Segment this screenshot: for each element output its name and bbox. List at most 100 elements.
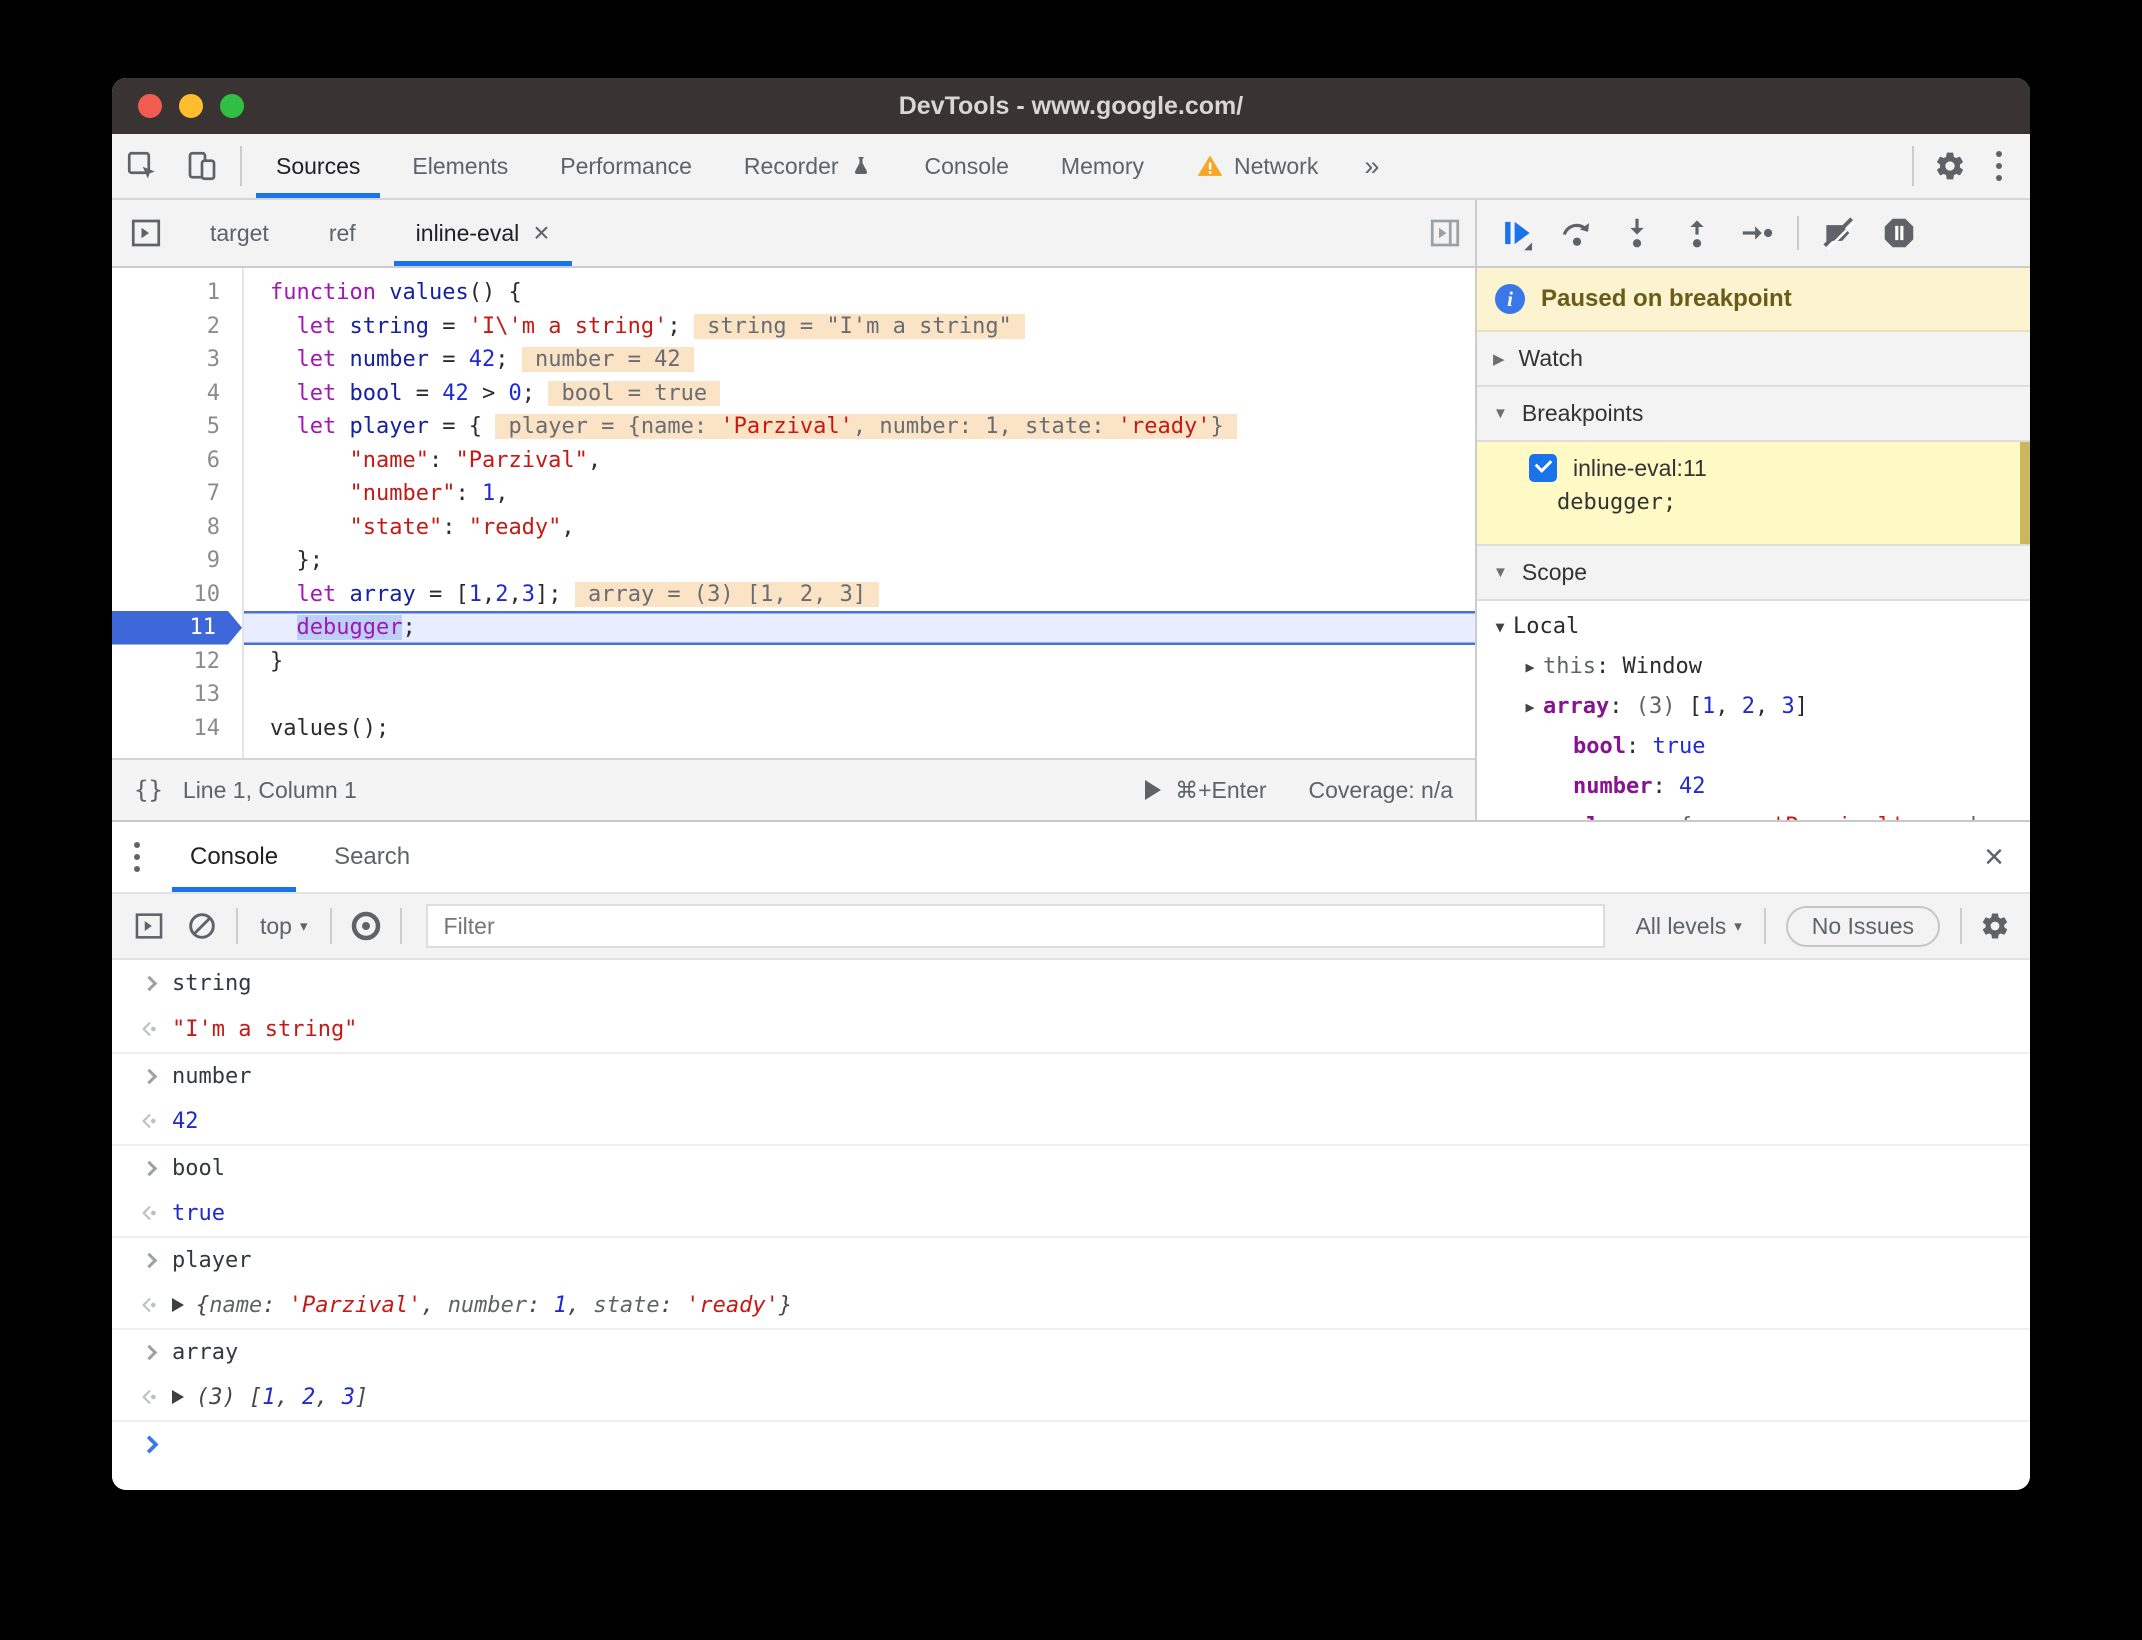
line-number[interactable]: 12 <box>112 645 242 679</box>
line-number[interactable]: 10 <box>112 578 242 612</box>
code-line-9[interactable]: }; <box>244 544 1475 578</box>
step-button[interactable] <box>1731 207 1783 259</box>
code-line-1[interactable]: function values() { <box>244 276 1475 310</box>
tab-recorder[interactable]: Recorder <box>718 134 899 198</box>
console-result-row[interactable]: "I'm a string" <box>112 1006 2030 1052</box>
clear-console-icon[interactable] <box>178 910 226 942</box>
step-into-button[interactable] <box>1611 207 1663 259</box>
console-result-row[interactable]: {name: 'Parzival', number: 1, state: 're… <box>112 1282 2030 1328</box>
editor-gutter[interactable]: 1 2 3 4 5 6 7 8 9 10 11 12 13 14 <box>112 268 244 758</box>
chevron-down-icon[interactable]: ▼ <box>1487 607 1513 647</box>
code-editor[interactable]: 1 2 3 4 5 6 7 8 9 10 11 12 13 14 function values() { … <box>112 268 1475 758</box>
breakpoint-entry[interactable]: inline-eval:11 debugger; <box>1477 442 2030 546</box>
execution-context-selector[interactable]: top ▾ <box>248 913 320 940</box>
line-number[interactable]: 1 <box>112 276 242 310</box>
show-console-sidebar-icon[interactable] <box>124 909 174 943</box>
inspect-element-icon[interactable] <box>112 134 172 198</box>
code-line-8[interactable]: "state": "ready", <box>244 511 1475 545</box>
code-line-7[interactable]: "number": 1, <box>244 477 1475 511</box>
run-snippet-icon[interactable] <box>1145 780 1162 800</box>
drawer-menu-kebab-icon[interactable] <box>112 822 162 892</box>
console-command-row[interactable]: player <box>112 1236 2030 1282</box>
more-panels-icon[interactable]: » <box>1344 134 1399 198</box>
tab-search[interactable]: Search <box>306 822 438 892</box>
step-out-button[interactable] <box>1671 207 1723 259</box>
line-number[interactable]: 2 <box>112 310 242 344</box>
line-number[interactable]: 14 <box>112 712 242 746</box>
tab-console[interactable]: Console <box>899 134 1035 198</box>
console-command-row[interactable]: bool <box>112 1144 2030 1190</box>
tab-elements[interactable]: Elements <box>386 134 534 198</box>
token-onum: 3 <box>341 1384 355 1410</box>
scope-row[interactable]: ▶ array: (3) [1, 2, 3] <box>1477 687 2030 727</box>
code-line-11[interactable]: debugger; <box>244 611 1475 645</box>
line-number[interactable]: 8 <box>112 511 242 545</box>
device-toolbar-icon[interactable] <box>172 134 232 198</box>
line-number[interactable]: 7 <box>112 477 242 511</box>
line-number[interactable]: 6 <box>112 444 242 478</box>
scope-row[interactable]: bool: true <box>1477 727 2030 767</box>
filter-input[interactable] <box>425 904 1606 948</box>
scope-row[interactable]: ▶ this: Window <box>1477 647 2030 687</box>
scope-row[interactable]: ▼ Local <box>1477 607 2030 647</box>
line-number[interactable]: 5 <box>112 410 242 444</box>
main-menu-kebab-icon[interactable] <box>1978 134 2020 198</box>
deactivate-breakpoints-button[interactable] <box>1813 207 1865 259</box>
code-line-3[interactable]: let number = 42; number = 42 <box>244 343 1475 377</box>
watch-section-header[interactable]: ▶ Watch <box>1477 332 2030 387</box>
breakpoints-section-header[interactable]: ▼ Breakpoints <box>1477 387 2030 442</box>
resume-script-button[interactable] <box>1491 207 1543 259</box>
live-expression-eye-icon[interactable] <box>342 910 390 942</box>
token-cmd: array <box>172 1339 239 1365</box>
close-tab-icon[interactable]: × <box>533 219 549 247</box>
tab-performance[interactable]: Performance <box>534 134 718 198</box>
step-over-button[interactable] <box>1551 207 1603 259</box>
expand-triangle-icon[interactable] <box>172 1390 184 1404</box>
pause-on-exceptions-button[interactable] <box>1873 207 1925 259</box>
breakpoint-checkbox[interactable] <box>1529 454 1557 482</box>
chevron-right-icon[interactable]: ▶ <box>1517 647 1543 687</box>
scope-row[interactable]: number: 42 <box>1477 767 2030 807</box>
no-issues-button[interactable]: No Issues <box>1785 905 1940 947</box>
code-line-13[interactable] <box>244 678 1475 712</box>
code-line-14[interactable]: values(); <box>244 712 1475 746</box>
console-settings-gear-icon[interactable] <box>1972 911 2018 941</box>
console-command-row[interactable]: string <box>112 960 2030 1006</box>
settings-gear-icon[interactable] <box>1922 134 1978 198</box>
console-messages[interactable]: string "I'm a string" number 42 bool true play… <box>112 960 2030 1490</box>
tab-memory[interactable]: Memory <box>1035 134 1170 198</box>
tab-network[interactable]: Network <box>1170 134 1344 198</box>
console-command-row[interactable]: array <box>112 1328 2030 1374</box>
line-number[interactable]: 13 <box>112 678 242 712</box>
expand-triangle-icon[interactable] <box>172 1298 184 1312</box>
close-drawer-icon[interactable]: × <box>1958 822 2030 892</box>
console-result-row[interactable]: 42 <box>112 1098 2030 1144</box>
format-braces-icon[interactable]: {} <box>134 776 163 804</box>
tab-console[interactable]: Console <box>162 822 306 892</box>
file-tab-inline-eval[interactable]: inline-eval × <box>386 200 580 266</box>
code-line-5[interactable]: let player = { player = {name: 'Parzival… <box>244 410 1475 444</box>
line-number[interactable]: 9 <box>112 544 242 578</box>
execution-line-marker[interactable]: 11 <box>112 611 242 645</box>
scope-row[interactable]: player: {name: 'Parzival', number: 1, st… <box>1477 807 2030 820</box>
file-tab-ref[interactable]: ref <box>299 200 386 266</box>
code-line-2[interactable]: let string = 'I\'m a string'; string = "… <box>244 310 1475 344</box>
console-result-row[interactable]: (3) [1, 2, 3] <box>112 1374 2030 1420</box>
console-prompt-row[interactable] <box>112 1420 2030 1466</box>
console-command-row[interactable]: number <box>112 1052 2030 1098</box>
log-levels-selector[interactable]: All levels ▾ <box>1623 913 1753 940</box>
toggle-debugger-sidebar-icon[interactable] <box>1415 200 1475 266</box>
chevron-right-icon[interactable]: ▶ <box>1517 687 1543 727</box>
code-line-6[interactable]: "name": "Parzival", <box>244 444 1475 478</box>
show-navigator-icon[interactable] <box>112 200 180 266</box>
file-tab-target[interactable]: target <box>180 200 299 266</box>
editor-code[interactable]: function values() { let string = 'I\'m a… <box>244 268 1475 758</box>
line-number[interactable]: 4 <box>112 377 242 411</box>
tab-sources[interactable]: Sources <box>250 134 386 198</box>
code-line-12[interactable]: } <box>244 645 1475 679</box>
console-result-row[interactable]: true <box>112 1190 2030 1236</box>
scope-section-header[interactable]: ▼ Scope <box>1477 546 2030 601</box>
code-line-10[interactable]: let array = [1,2,3]; array = (3) [1, 2, … <box>244 578 1475 612</box>
line-number[interactable]: 3 <box>112 343 242 377</box>
code-line-4[interactable]: let bool = 42 > 0; bool = true <box>244 377 1475 411</box>
